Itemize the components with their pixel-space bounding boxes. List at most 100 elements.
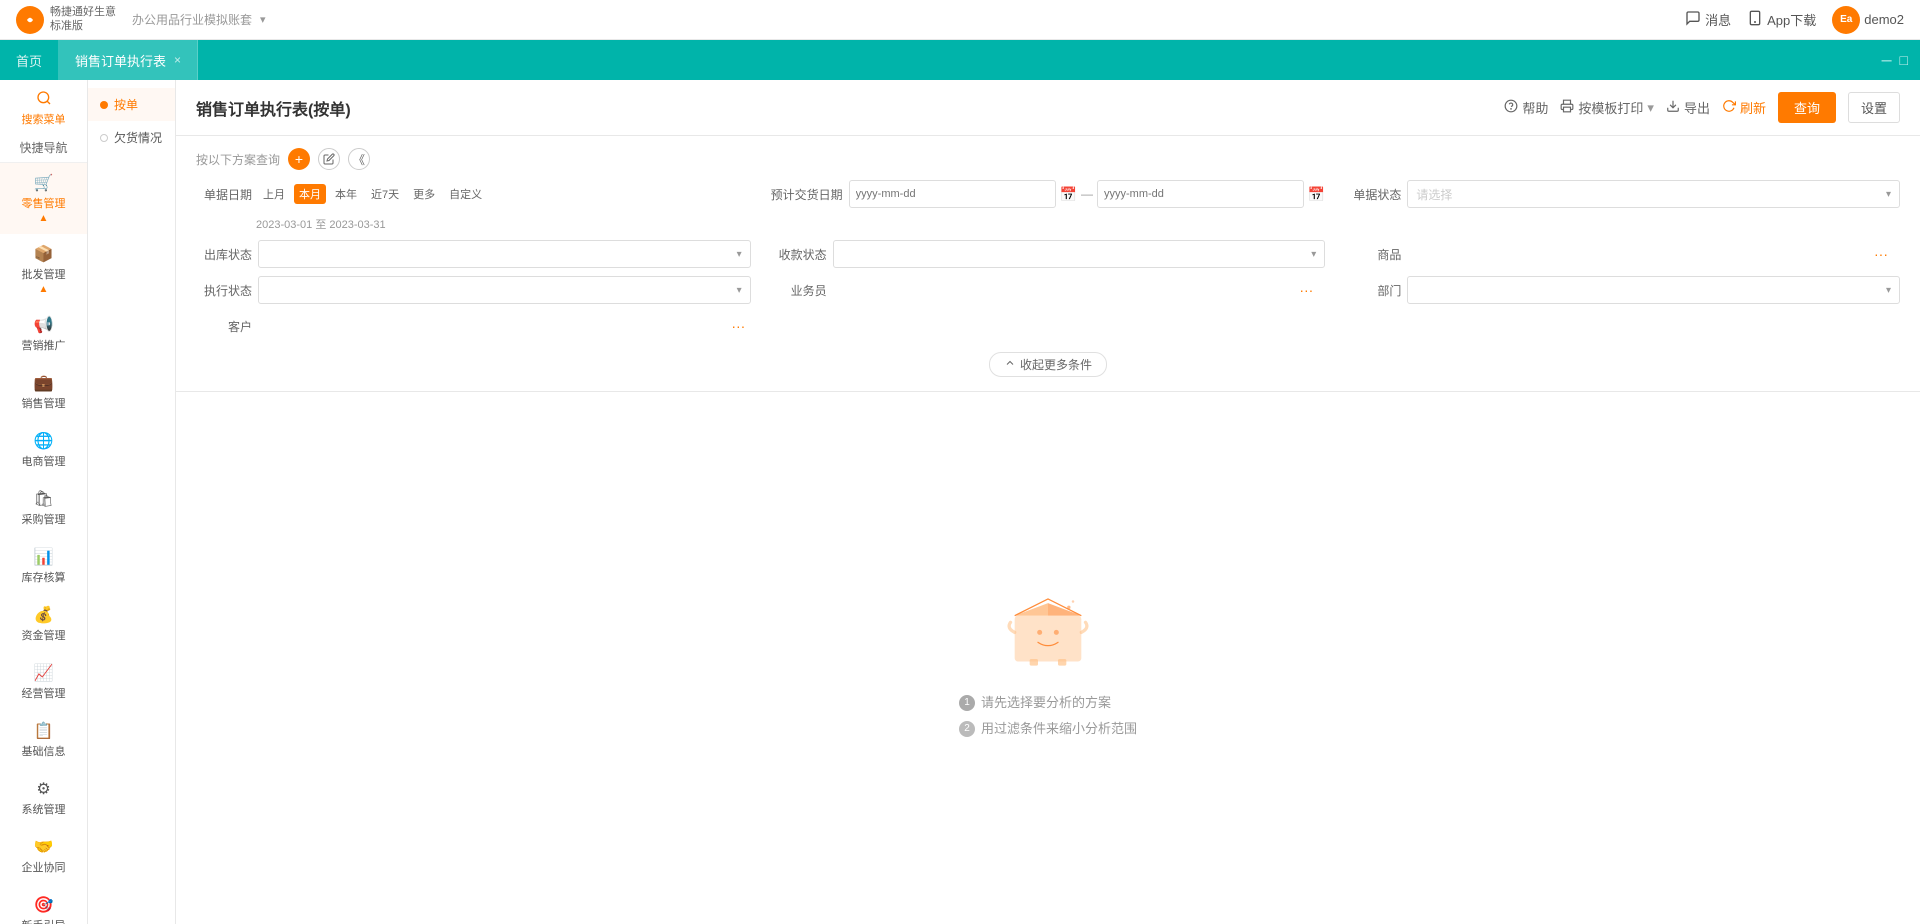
- filter-date: 单据日期 上月 本月 本年 近7天 更多 自定义: [196, 180, 751, 208]
- execution-select[interactable]: ▾: [258, 276, 751, 304]
- date-btn-this-month[interactable]: 本月: [294, 184, 326, 204]
- dept-select[interactable]: ▾: [1407, 276, 1900, 304]
- filter-expected-date: 预计交货日期 📅 — 📅: [771, 180, 1326, 208]
- newbie-icon: 🎯: [34, 895, 54, 915]
- date-btn-7days[interactable]: 近7天: [366, 184, 404, 204]
- edit-scheme-btn[interactable]: [318, 148, 340, 170]
- customer-more[interactable]: ···: [727, 318, 749, 334]
- tip-num-1: 1: [959, 695, 975, 711]
- sidebar-item-sales[interactable]: 💼 销售管理: [0, 363, 87, 421]
- minimize-icon[interactable]: ─: [1882, 52, 1892, 68]
- sidebar-item-system[interactable]: ⚙ 系统管理: [0, 769, 87, 827]
- nav-tabs: 首页 销售订单执行表 × ─ □: [0, 40, 1920, 80]
- delivery-select[interactable]: ▾: [258, 240, 751, 268]
- enterprise-icon: 🤝: [34, 837, 54, 857]
- sidebar-quick-nav[interactable]: 快捷导航: [0, 133, 87, 162]
- app-download-btn[interactable]: App下载: [1747, 10, 1816, 29]
- collapse-more-row: 收起更多条件: [196, 348, 1900, 379]
- sub-sidebar: 按单 欠货情况: [88, 80, 176, 924]
- page-title: 销售订单执行表(按单): [196, 96, 351, 120]
- date-range-text: 2023-03-01 至 2023-03-31: [256, 216, 386, 232]
- user-menu[interactable]: Ea demo2: [1832, 6, 1904, 34]
- empty-icon: [998, 574, 1098, 674]
- logo-icon: [16, 6, 44, 34]
- system-icon: ⚙: [36, 779, 50, 799]
- message-btn[interactable]: 消息: [1685, 10, 1731, 29]
- sidebar-item-purchase[interactable]: 🛍 采购管理: [0, 479, 87, 537]
- date-icon-start[interactable]: 📅: [1060, 186, 1077, 203]
- search-icon: [8, 90, 79, 109]
- date-btn-custom[interactable]: 自定义: [444, 184, 487, 204]
- date-icon-end[interactable]: 📅: [1308, 186, 1325, 203]
- sidebar-item-marketing[interactable]: 📢 营销推广: [0, 305, 87, 363]
- customer-select[interactable]: ···: [258, 312, 757, 340]
- date-btn-last-month[interactable]: 上月: [258, 184, 290, 204]
- date-btn-this-year[interactable]: 本年: [330, 184, 362, 204]
- export-btn[interactable]: 导出: [1666, 98, 1710, 117]
- tab-home[interactable]: 首页: [0, 40, 59, 80]
- refresh-btn[interactable]: 刷新: [1722, 98, 1766, 117]
- date-btn-group: 上月 本月 本年 近7天 更多 自定义: [258, 184, 751, 204]
- sidebar-item-operations[interactable]: 📈 经营管理: [0, 653, 87, 711]
- salesperson-more[interactable]: ···: [1295, 282, 1317, 298]
- salesperson-select[interactable]: ···: [833, 276, 1326, 304]
- filter-row-4: 客户 ···: [196, 312, 1900, 340]
- top-header: 畅捷通好生意 标准版 办公用品行业模拟账套 ▾ 消息 App下载: [0, 0, 1920, 40]
- sidebar-item-finance[interactable]: 💰 资金管理: [0, 595, 87, 653]
- filter-payment: 收款状态 ▾: [771, 240, 1326, 268]
- sidebar-item-inventory[interactable]: 📊 库存核算: [0, 537, 87, 595]
- expected-date-start[interactable]: [849, 180, 1056, 208]
- collapse-scheme-btn[interactable]: 《: [348, 148, 370, 170]
- tab-sales-order-exec[interactable]: 销售订单执行表 ×: [59, 40, 198, 80]
- help-btn[interactable]: 帮助: [1504, 98, 1548, 117]
- filter-row-3: 执行状态 ▾ 业务员 ··· 部门: [196, 276, 1900, 304]
- date-btn-more[interactable]: 更多: [408, 184, 440, 204]
- dept-label: 部门: [1345, 282, 1401, 299]
- logo-text: 畅捷通好生意 标准版: [50, 6, 116, 32]
- expected-date-end[interactable]: [1097, 180, 1304, 208]
- refresh-icon: [1722, 99, 1736, 116]
- print-dropdown-icon: ▾: [1647, 100, 1654, 116]
- search-btn[interactable]: 查询: [1778, 92, 1836, 123]
- payment-select[interactable]: ▾: [833, 240, 1326, 268]
- execution-arrow: ▾: [737, 285, 742, 296]
- salesperson-label: 业务员: [771, 282, 827, 299]
- delivery-arrow: ▾: [737, 249, 742, 260]
- basic-icon: 📋: [34, 721, 54, 741]
- content-area: 销售订单执行表(按单) 帮助: [176, 80, 1920, 924]
- sidebar-item-ecommerce[interactable]: 🌐 电商管理: [0, 421, 87, 479]
- sidebar-search[interactable]: 搜索菜单: [0, 80, 87, 133]
- sidebar-item-enterprise[interactable]: 🤝 企业协同: [0, 827, 87, 885]
- add-scheme-btn[interactable]: +: [288, 148, 310, 170]
- wholesale-icon: 📦: [34, 244, 54, 264]
- goods-label: 商品: [1345, 246, 1401, 263]
- sidebar-item-basic[interactable]: 📋 基础信息: [0, 711, 87, 769]
- goods-more[interactable]: ···: [1870, 246, 1892, 262]
- status-select[interactable]: 请选择 ▾: [1407, 180, 1900, 208]
- sidebar-item-newbie[interactable]: 🎯 新手引导: [0, 885, 87, 924]
- empty-state: 1 请先选择要分析的方案 2 用过滤条件来缩小分析范围: [959, 574, 1137, 742]
- scheme-label: 按以下方案查询: [196, 151, 280, 168]
- ecommerce-icon: 🌐: [34, 431, 54, 451]
- export-icon: [1666, 99, 1680, 116]
- filter-dept: 部门 ▾: [1345, 276, 1900, 304]
- sidebar-item-retail[interactable]: 🛒 零售管理 ▲: [0, 163, 87, 234]
- filter-row-1: 单据日期 上月 本月 本年 近7天 更多 自定义 预计交货日期: [196, 180, 1900, 208]
- collapse-btn[interactable]: 收起更多条件: [989, 352, 1107, 377]
- empty-tip-2: 2 用过滤条件来缩小分析范围: [959, 716, 1137, 742]
- operations-icon: 📈: [34, 663, 54, 683]
- tab-close-icon[interactable]: ×: [174, 53, 181, 67]
- sub-item-owe[interactable]: 欠货情况: [88, 121, 175, 154]
- goods-select[interactable]: ···: [1407, 240, 1900, 268]
- payment-label: 收款状态: [771, 246, 827, 263]
- app-download-icon: [1747, 10, 1763, 29]
- maximize-icon[interactable]: □: [1900, 52, 1908, 68]
- filter-execution: 执行状态 ▾: [196, 276, 751, 304]
- filter-delivery: 出库状态 ▾: [196, 240, 751, 268]
- breadcrumb-arrow[interactable]: ▾: [260, 13, 266, 26]
- print-btn[interactable]: 按模板打印 ▾: [1560, 98, 1654, 117]
- sidebar-item-wholesale[interactable]: 📦 批发管理 ▲: [0, 234, 87, 305]
- sub-item-press[interactable]: 按单: [88, 88, 175, 121]
- message-icon: [1685, 10, 1701, 29]
- settings-btn[interactable]: 设置: [1848, 92, 1900, 123]
